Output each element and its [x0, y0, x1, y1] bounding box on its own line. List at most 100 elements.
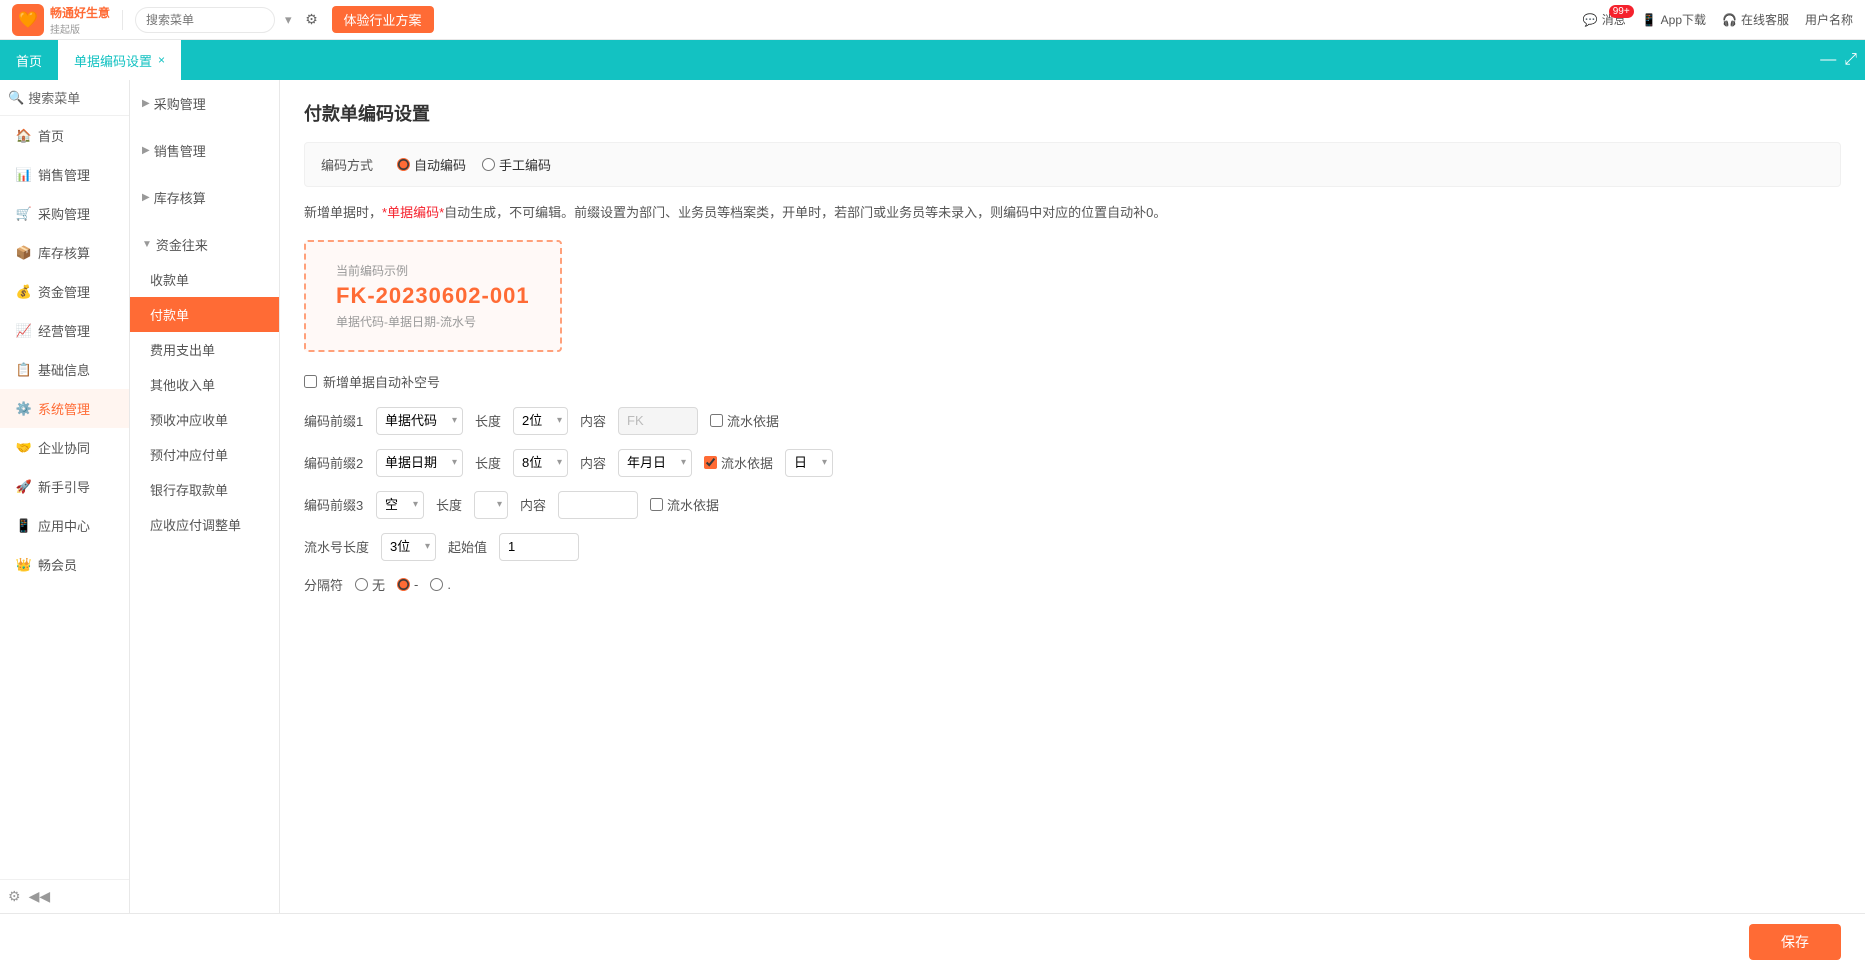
user-profile[interactable]: 用户名称	[1805, 11, 1853, 28]
code-preview-box: 当前编码示例 FK-20230602-001 单据代码-单据日期-流水号	[304, 240, 562, 352]
message-icon: 💬	[1583, 13, 1598, 27]
submenu-item-adjustment[interactable]: 应收应付调整单	[130, 507, 279, 542]
message-button[interactable]: 💬 消息 99+	[1583, 11, 1626, 28]
operations-icon: 📈	[16, 323, 32, 339]
submenu-item-payment[interactable]: 付款单	[130, 297, 279, 332]
prefix2-select[interactable]: 单据日期	[376, 449, 463, 477]
sidebar-search[interactable]: 🔍 搜索菜单	[0, 80, 129, 116]
separator-row: 分隔符 无 - .	[304, 575, 1841, 594]
logo: 🧡 畅通好生意 挂起版	[12, 4, 110, 36]
start-value-label: 起始值	[448, 537, 487, 556]
start-value-input[interactable]	[499, 533, 579, 561]
separator-none-radio[interactable]	[355, 578, 368, 591]
tab-close-icon[interactable]: ×	[158, 53, 165, 67]
member-icon: 👑	[16, 557, 32, 573]
auto-fill-checkbox[interactable]	[304, 375, 317, 388]
sidebar-item-sales[interactable]: 📊 销售管理	[0, 155, 129, 194]
prefix3-content-input[interactable]	[558, 491, 638, 519]
guide-icon: 🚀	[16, 479, 32, 495]
sidebar-item-operations[interactable]: 📈 经营管理	[0, 311, 129, 350]
tab-home[interactable]: 首页	[0, 40, 58, 80]
manual-encoding-radio[interactable]	[482, 158, 495, 171]
sidebar-item-system[interactable]: ⚙️ 系统管理	[0, 389, 129, 428]
main-layout: 🔍 搜索菜单 🏠 首页 📊 销售管理 🛒 采购管理 📦 库存核算 💰 资金管理 …	[0, 80, 1865, 913]
save-button[interactable]: 保存	[1749, 924, 1841, 960]
online-service-button[interactable]: 🎧 在线客服	[1722, 11, 1789, 28]
tab-document-code[interactable]: 单据编码设置 ×	[58, 40, 181, 80]
encoding-method-section: 编码方式 自动编码 手工编码	[304, 142, 1841, 187]
prefix3-stream-check[interactable]	[650, 498, 663, 511]
maximize-button[interactable]: ⤢	[1844, 51, 1857, 69]
serial-length-select[interactable]: 3位	[381, 533, 436, 561]
submenu-title-purchase[interactable]: ▶ 采购管理	[130, 86, 279, 121]
sidebar-bottom: ⚙ ◀◀	[0, 879, 129, 913]
tabbar-actions: — ⤢	[1820, 51, 1865, 69]
sidebar-item-basics[interactable]: 📋 基础信息	[0, 350, 129, 389]
arrow-right-icon2: ▶	[142, 145, 150, 156]
prefix3-stream-checkbox: 流水依据	[650, 495, 719, 514]
separator-none-option[interactable]: 无	[355, 575, 385, 594]
appcenter-icon: 📱	[16, 518, 32, 534]
sidebar-item-home[interactable]: 🏠 首页	[0, 116, 129, 155]
submenu-item-receipt[interactable]: 收款单	[130, 262, 279, 297]
app-download-button[interactable]: 📱 App下载	[1642, 11, 1706, 28]
serial-length-wrapper: 3位	[381, 533, 436, 561]
prefix1-stream-check[interactable]	[710, 414, 723, 427]
submenu-title-inventory[interactable]: ▶ 库存核算	[130, 180, 279, 215]
submenu-item-prepay-receivable[interactable]: 预收冲应收单	[130, 402, 279, 437]
submenu-title-finance[interactable]: ▼ 资金往来	[130, 227, 279, 262]
sidebar-item-appcenter[interactable]: 📱 应用中心	[0, 506, 129, 545]
separator-dash-option[interactable]: -	[397, 577, 418, 592]
collapse-icon[interactable]: ◀◀	[29, 888, 51, 905]
sidebar-item-guide[interactable]: 🚀 新手引导	[0, 467, 129, 506]
prefix1-content-input[interactable]	[618, 407, 698, 435]
experience-button[interactable]: 体验行业方案	[332, 6, 434, 33]
search-input[interactable]	[135, 7, 275, 33]
dropdown-arrow-icon[interactable]: ▾	[285, 12, 292, 28]
submenu-item-other-income[interactable]: 其他收入单	[130, 367, 279, 402]
bottom-bar: 保存	[0, 913, 1865, 969]
message-badge: 99+	[1609, 5, 1634, 18]
prefix2-stream-check[interactable]	[704, 456, 717, 469]
separator-dot-option[interactable]: .	[430, 577, 451, 592]
submenu-item-prepay-payable[interactable]: 预付冲应付单	[130, 437, 279, 472]
sidebar-item-purchase[interactable]: 🛒 采购管理	[0, 194, 129, 233]
separator-dot-radio[interactable]	[430, 578, 443, 591]
prefix1-length-select[interactable]: 2位	[513, 407, 568, 435]
prefix2-content-wrapper: 年月日	[618, 449, 692, 477]
prefix2-stream-option-wrapper: 日	[785, 449, 833, 477]
sidebar-item-finance[interactable]: 💰 资金管理	[0, 272, 129, 311]
auto-encoding-radio[interactable]	[397, 158, 410, 171]
prefix2-content-select[interactable]: 年月日	[618, 449, 692, 477]
encoding-label: 编码方式	[321, 155, 373, 174]
prefix3-select[interactable]: 空	[376, 491, 424, 519]
settings-icon[interactable]: ⚙	[300, 8, 324, 32]
enterprise-icon: 🤝	[16, 440, 32, 456]
auto-fill-row: 新增单据自动补空号	[304, 372, 1841, 391]
prefix3-length-select[interactable]	[474, 491, 508, 519]
headset-icon: 🎧	[1722, 13, 1737, 27]
prefix2-select-wrapper: 单据日期	[376, 449, 463, 477]
prefix3-label: 编码前缀3	[304, 495, 364, 514]
prefix1-select[interactable]: 单据代码	[376, 407, 463, 435]
submenu-item-expense[interactable]: 费用支出单	[130, 332, 279, 367]
submenu: ▶ 采购管理 ▶ 销售管理 ▶ 库存核算 ▼ 资金往来 收款单 付款单 费用支出…	[130, 80, 280, 913]
auto-fill-label: 新增单据自动补空号	[323, 372, 440, 391]
manual-encoding-option[interactable]: 手工编码	[482, 155, 551, 174]
finance-icon: 💰	[16, 284, 32, 300]
separator-dash-radio[interactable]	[397, 578, 410, 591]
auto-encoding-option[interactable]: 自动编码	[397, 155, 466, 174]
prefix2-length-select[interactable]: 8位	[513, 449, 568, 477]
settings-bottom-icon[interactable]: ⚙	[8, 888, 21, 905]
prefix1-stream-checkbox: 流水依据	[710, 411, 779, 430]
sidebar-item-member[interactable]: 👑 畅会员	[0, 545, 129, 584]
submenu-item-bank[interactable]: 银行存取款单	[130, 472, 279, 507]
minimize-button[interactable]: —	[1820, 51, 1836, 69]
sidebar-item-enterprise[interactable]: 🤝 企业协同	[0, 428, 129, 467]
page-title: 付款单编码设置	[304, 100, 1841, 126]
preview-code: FK-20230602-001	[336, 283, 530, 309]
sidebar-item-inventory[interactable]: 📦 库存核算	[0, 233, 129, 272]
submenu-title-sales[interactable]: ▶ 销售管理	[130, 133, 279, 168]
prefix2-stream-option-select[interactable]: 日	[785, 449, 833, 477]
mobile-icon: 📱	[1642, 13, 1657, 27]
